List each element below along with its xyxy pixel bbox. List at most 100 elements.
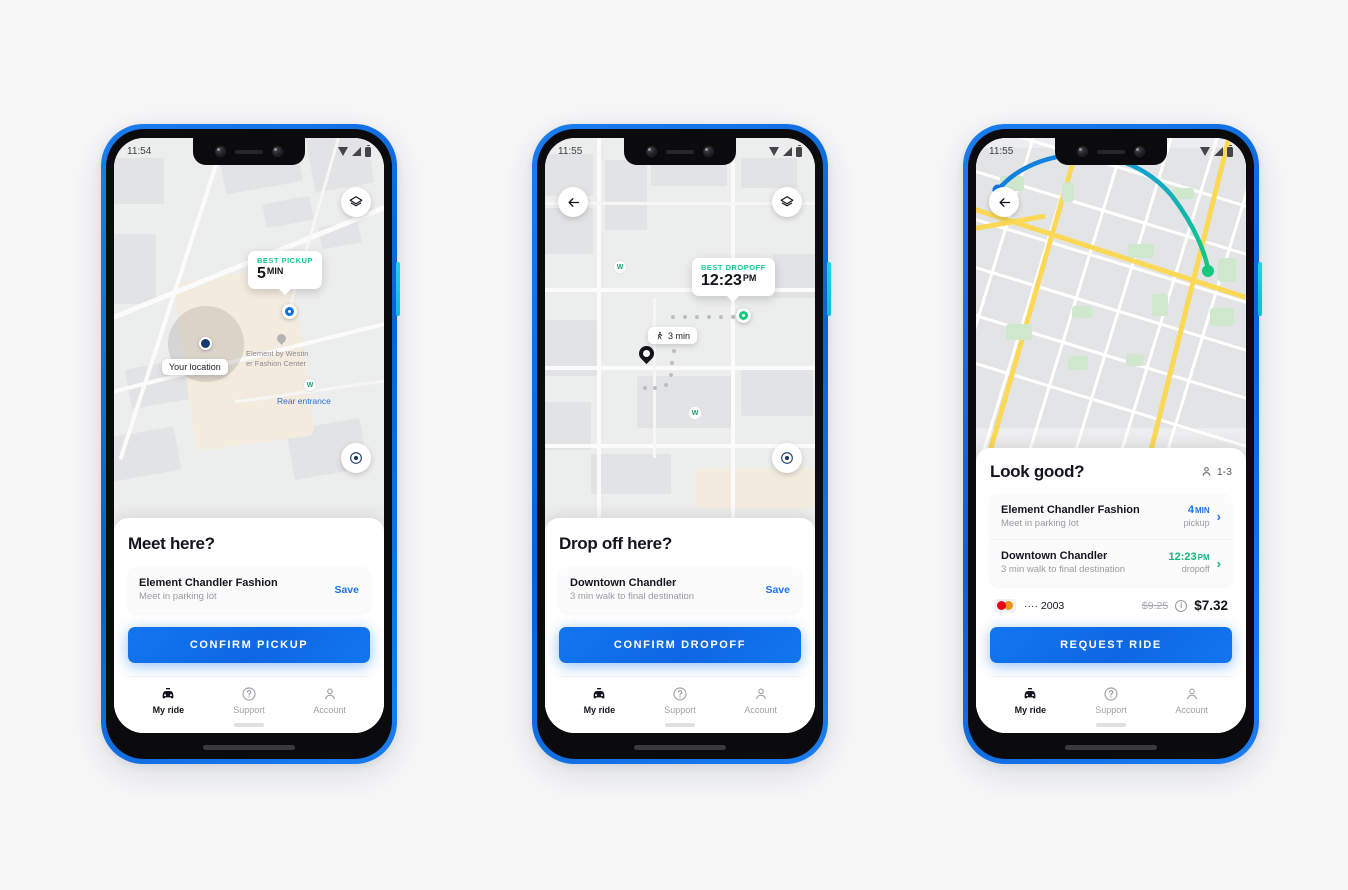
- phone-notch: [1055, 138, 1167, 165]
- back-arrow-icon: [999, 197, 1010, 207]
- locate-button[interactable]: [772, 443, 802, 473]
- w-badge-icon: W: [688, 406, 702, 420]
- phone-bezel: Your location Element by Westin er Fashi…: [106, 129, 392, 759]
- save-button[interactable]: Save: [765, 584, 790, 596]
- status-time: 11:55: [558, 146, 583, 157]
- tab-account[interactable]: Account: [731, 686, 791, 715]
- tab-label: My ride: [583, 705, 616, 715]
- place-name: Element Chandler Fashion: [1001, 503, 1140, 516]
- walk-time-label: 3 min: [648, 327, 698, 344]
- phone-confirm: Look good? 1-3 Element Chandler Fashion …: [963, 124, 1262, 764]
- status-icons: [338, 144, 371, 157]
- layers-button[interactable]: [341, 187, 371, 217]
- tab-my-ride[interactable]: My ride: [569, 686, 629, 715]
- your-location-label: Your location: [162, 359, 228, 375]
- request-ride-button[interactable]: REQUEST RIDE: [990, 627, 1232, 663]
- sheet-dropoff: Drop off here? Downtown Chandler 3 min w…: [545, 518, 815, 733]
- phone-side-button[interactable]: [827, 262, 831, 316]
- pickup-marker[interactable]: [282, 304, 297, 319]
- trip-row-dropoff[interactable]: Downtown Chandler 3 min walk to final de…: [990, 539, 1232, 586]
- speaker-icon: [666, 149, 694, 154]
- layers-button[interactable]: [772, 187, 802, 217]
- bottom-navigation: My ride Support Account: [128, 676, 370, 719]
- person-icon: [755, 688, 766, 700]
- user-location-dot: [199, 337, 212, 350]
- dropoff-place-card[interactable]: Downtown Chandler 3 min walk to final de…: [559, 567, 801, 613]
- person-icon: [1186, 688, 1197, 700]
- phone-side-button[interactable]: [1258, 262, 1262, 316]
- question-icon: [673, 687, 687, 701]
- home-indicator: [634, 745, 726, 750]
- front-camera-icon: [215, 146, 226, 157]
- card-number: ···· 2003: [1024, 599, 1065, 612]
- bottom-navigation: My ride Support Account: [990, 676, 1232, 719]
- tab-label: Support: [233, 705, 265, 715]
- battery-icon: [796, 144, 802, 157]
- home-indicator: [1065, 745, 1157, 750]
- locate-icon: [781, 452, 793, 464]
- layers-icon: [780, 196, 794, 207]
- final-price: $7.32: [1194, 598, 1228, 613]
- person-icon: [324, 688, 335, 700]
- locate-button[interactable]: [341, 443, 371, 473]
- payment-method[interactable]: ···· 2003: [994, 598, 1065, 613]
- front-camera-icon: [272, 146, 283, 157]
- signal-icon: [352, 147, 361, 156]
- tab-support[interactable]: Support: [650, 686, 710, 715]
- tab-my-ride[interactable]: My ride: [1000, 686, 1060, 715]
- screen-pickup: Your location Element by Westin er Fashi…: [114, 138, 384, 733]
- wifi-icon: [1200, 147, 1210, 156]
- signal-icon: [1214, 147, 1223, 156]
- phone-side-button[interactable]: [396, 262, 400, 316]
- tab-label: Account: [744, 705, 777, 715]
- taxi-icon: [1024, 688, 1036, 699]
- tab-my-ride[interactable]: My ride: [138, 686, 198, 715]
- tab-support[interactable]: Support: [1081, 686, 1141, 715]
- chevron-right-icon: ›: [1216, 509, 1221, 525]
- taxi-icon: [593, 688, 605, 699]
- pickup-place-card[interactable]: Element Chandler Fashion Meet in parking…: [128, 567, 370, 613]
- sheet-header: Look good? 1-3: [990, 462, 1232, 482]
- confirm-dropoff-button[interactable]: CONFIRM DROPOFF: [559, 627, 801, 663]
- sheet-confirm: Look good? 1-3 Element Chandler Fashion …: [976, 447, 1246, 733]
- page-title: Look good?: [990, 461, 1085, 481]
- tab-account[interactable]: Account: [300, 686, 360, 715]
- callout-label: BEST DROPOFF: [701, 263, 766, 272]
- info-icon[interactable]: i: [1175, 599, 1188, 612]
- place-name: Element Chandler Fashion: [139, 577, 278, 590]
- price-group: $9.25 i $7.32: [1142, 598, 1228, 613]
- back-button[interactable]: [989, 187, 1019, 217]
- status-time: 11:54: [127, 146, 152, 157]
- rear-entrance-label: Rear entrance: [277, 396, 331, 406]
- eta-label: pickup: [1183, 517, 1210, 528]
- callout-value: 5MIN: [257, 265, 284, 282]
- front-camera-icon: [646, 146, 657, 157]
- chevron-right-icon: ›: [1216, 555, 1221, 571]
- eta-value: 12:23PM: [1168, 550, 1210, 563]
- tab-account[interactable]: Account: [1162, 686, 1222, 715]
- question-icon: [242, 687, 256, 701]
- original-price: $9.25: [1141, 599, 1169, 612]
- page-title: Meet here?: [128, 534, 215, 554]
- gesture-bar: [234, 723, 264, 727]
- trip-row-pickup[interactable]: Element Chandler Fashion Meet in parking…: [990, 494, 1232, 540]
- eta-value: 4MIN: [1187, 504, 1210, 517]
- locate-icon: [350, 452, 362, 464]
- back-button[interactable]: [558, 187, 588, 217]
- bottom-navigation: My ride Support Account: [559, 676, 801, 719]
- save-button[interactable]: Save: [334, 584, 359, 596]
- dropoff-marker[interactable]: [736, 308, 751, 323]
- battery-icon: [1227, 144, 1233, 157]
- tab-support[interactable]: Support: [219, 686, 279, 715]
- confirm-pickup-button[interactable]: CONFIRM PICKUP: [128, 627, 370, 663]
- wifi-icon: [338, 147, 348, 156]
- w-badge-icon: W: [613, 260, 627, 274]
- page-title: Drop off here?: [559, 534, 672, 554]
- phone-dropoff: W W 3 min BEST DROPOFF 12:23PM Drop off …: [532, 124, 831, 764]
- place-sub: Meet in parking lot: [139, 591, 217, 603]
- phone-notch: [193, 138, 305, 165]
- gesture-bar: [665, 723, 695, 727]
- payment-row[interactable]: ···· 2003 $9.25 i $7.32: [990, 586, 1232, 613]
- question-icon: [1104, 687, 1118, 701]
- status-icons: [1200, 144, 1233, 157]
